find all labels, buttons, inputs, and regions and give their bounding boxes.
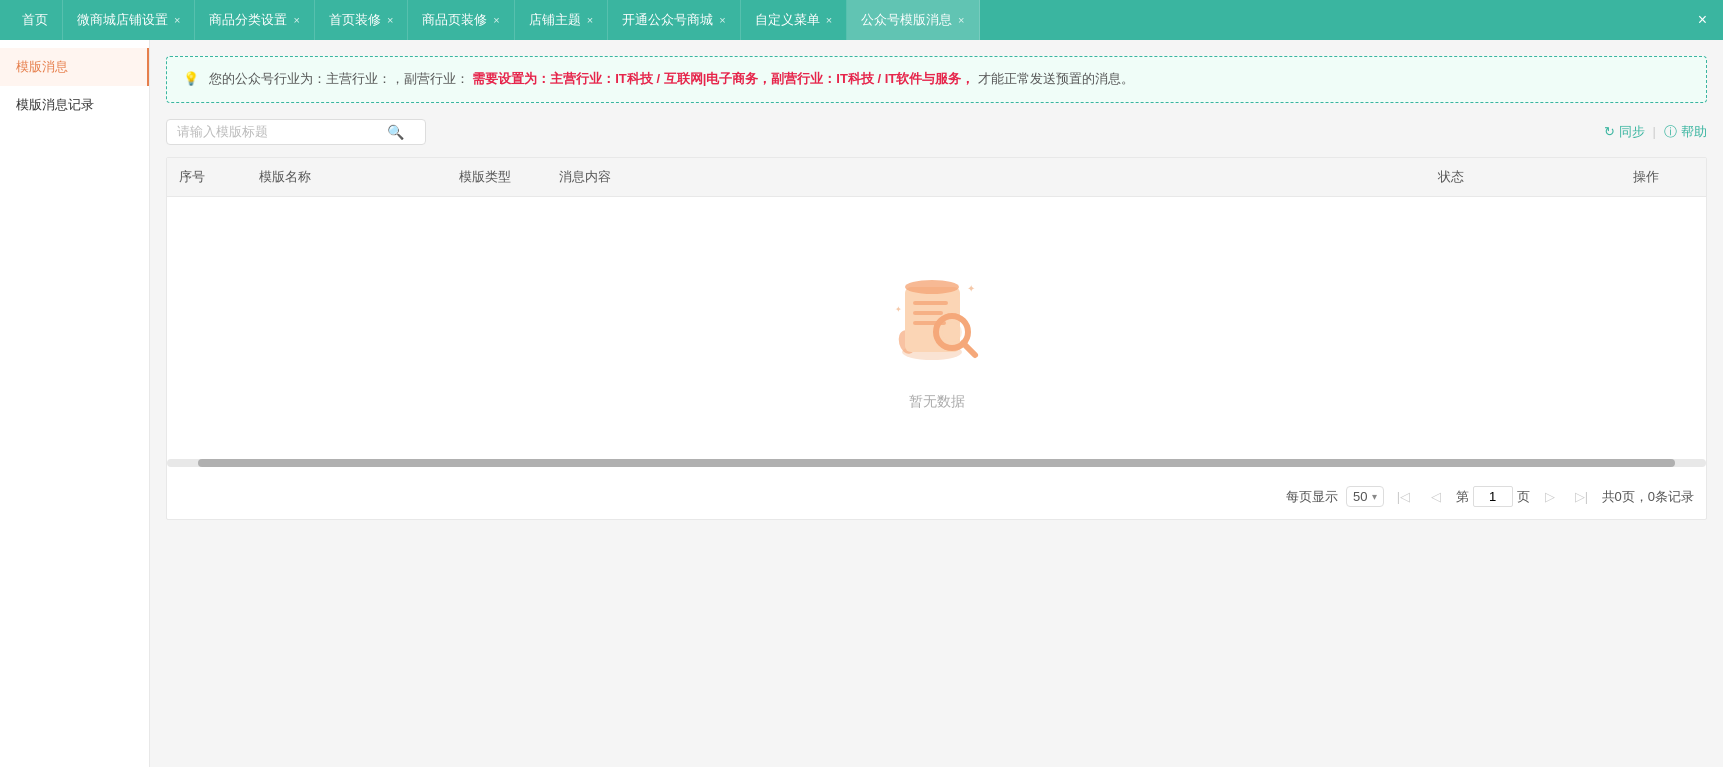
info-suffix: 才能正常发送预置的消息。 [978, 71, 1134, 86]
nav-tab-theme[interactable]: 店铺主题 × [515, 0, 608, 40]
nav-tab-template-label: 公众号模版消息 [861, 11, 952, 29]
svg-rect-4 [913, 311, 943, 315]
sync-label: 同步 [1619, 123, 1645, 141]
page-label: 第 [1456, 488, 1469, 506]
th-action: 操作 [1586, 168, 1706, 186]
th-seq: 序号 [167, 168, 247, 186]
sidebar-item-template-record-label: 模版消息记录 [16, 97, 94, 112]
info-highlight: 需要设置为：主营行业：IT科技 / 互联网|电子商务，副营行业：IT科技 / I… [472, 71, 974, 86]
nav-tab-menu[interactable]: 自定义菜单 × [741, 0, 847, 40]
close-icon[interactable]: × [387, 14, 393, 26]
nav-tab-mall[interactable]: 开通公众号商城 × [608, 0, 740, 40]
svg-rect-3 [913, 301, 948, 305]
page-total: 共0页，0条记录 [1602, 488, 1694, 506]
nav-close-all-button[interactable]: × [1690, 11, 1715, 29]
top-nav: 首页 微商城店铺设置 × 商品分类设置 × 首页装修 × 商品页装修 × 店铺主… [0, 0, 1723, 40]
content-area: 💡 您的公众号行业为：主营行业：，副营行业： 需要设置为：主营行业：IT科技 /… [150, 40, 1723, 767]
per-page-select[interactable]: 50 ▾ [1346, 486, 1383, 507]
sidebar-item-template-record[interactable]: 模版消息记录 [0, 86, 149, 124]
main-layout: 模版消息 模版消息记录 💡 您的公众号行业为：主营行业：，副营行业： 需要设置为… [0, 40, 1723, 767]
close-icon[interactable]: × [719, 14, 725, 26]
nav-tab-product-decor-label: 商品页装修 [422, 11, 487, 29]
prev-page-button[interactable]: ◁ [1424, 485, 1448, 509]
last-page-button[interactable]: ▷| [1570, 485, 1594, 509]
search-bar: 🔍 ↻ 同步 | ⓘ 帮助 [166, 119, 1707, 145]
data-table: 序号 模版名称 模版类型 消息内容 状态 操作 [166, 157, 1707, 520]
page-unit: 页 [1517, 488, 1530, 506]
nav-tab-product-decor[interactable]: 商品页装修 × [408, 0, 514, 40]
scrollbar-thumb [198, 459, 1675, 467]
per-page-value: 50 [1353, 489, 1367, 504]
first-page-button[interactable]: |◁ [1392, 485, 1416, 509]
close-icon[interactable]: × [958, 14, 964, 26]
search-input[interactable] [177, 124, 387, 139]
nav-tab-home-label: 首页 [22, 11, 48, 29]
nav-tab-store-label: 微商城店铺设置 [77, 11, 168, 29]
empty-state: ✦ ✦ 暂无数据 [167, 197, 1706, 451]
toolbar-right: ↻ 同步 | ⓘ 帮助 [1604, 123, 1707, 141]
close-icon[interactable]: × [587, 14, 593, 26]
empty-illustration: ✦ ✦ [877, 257, 997, 377]
th-status: 状态 [1426, 168, 1586, 186]
th-type: 模版类型 [447, 168, 547, 186]
sync-icon: ↻ [1604, 124, 1615, 139]
info-box: 💡 您的公众号行业为：主营行业：，副营行业： 需要设置为：主营行业：IT科技 /… [166, 56, 1707, 103]
svg-text:✦: ✦ [895, 305, 902, 314]
divider: | [1653, 124, 1656, 139]
horizontal-scrollbar[interactable] [167, 459, 1706, 467]
nav-tab-home-decor[interactable]: 首页装修 × [315, 0, 408, 40]
svg-line-9 [963, 343, 975, 355]
nav-tab-category-label: 商品分类设置 [209, 11, 287, 29]
close-icon[interactable]: × [174, 14, 180, 26]
close-icon[interactable]: × [493, 14, 499, 26]
help-label: 帮助 [1681, 123, 1707, 141]
nav-tab-mall-label: 开通公众号商城 [622, 11, 713, 29]
search-input-wrap[interactable]: 🔍 [166, 119, 426, 145]
search-icon[interactable]: 🔍 [387, 124, 404, 140]
info-prefix: 您的公众号行业为：主营行业：，副营行业： [209, 71, 469, 86]
svg-text:✦: ✦ [967, 283, 975, 294]
sidebar-item-template-message[interactable]: 模版消息 [0, 48, 149, 86]
nav-tab-store[interactable]: 微商城店铺设置 × [63, 0, 195, 40]
svg-point-6 [905, 280, 959, 294]
sidebar-item-template-message-label: 模版消息 [16, 59, 68, 74]
help-icon: ⓘ [1664, 123, 1677, 141]
nav-tab-home[interactable]: 首页 [8, 0, 63, 40]
empty-text: 暂无数据 [909, 393, 965, 411]
sync-button[interactable]: ↻ 同步 [1604, 123, 1645, 141]
close-icon[interactable]: × [293, 14, 299, 26]
svg-point-8 [942, 322, 962, 342]
nav-tab-template[interactable]: 公众号模版消息 × [847, 0, 979, 40]
next-page-button[interactable]: ▷ [1538, 485, 1562, 509]
nav-tab-menu-label: 自定义菜单 [755, 11, 820, 29]
chevron-down-icon: ▾ [1372, 491, 1377, 502]
nav-tab-theme-label: 店铺主题 [529, 11, 581, 29]
table-header: 序号 模版名称 模版类型 消息内容 状态 操作 [167, 158, 1706, 197]
sidebar: 模版消息 模版消息记录 [0, 40, 150, 767]
page-number-input[interactable] [1473, 486, 1513, 507]
nav-tab-category[interactable]: 商品分类设置 × [195, 0, 314, 40]
th-name: 模版名称 [247, 168, 447, 186]
th-content: 消息内容 [547, 168, 1426, 186]
close-icon[interactable]: × [826, 14, 832, 26]
nav-tab-home-decor-label: 首页装修 [329, 11, 381, 29]
bulb-icon: 💡 [183, 71, 199, 86]
svg-rect-2 [905, 287, 960, 352]
pagination: 每页显示 50 ▾ |◁ ◁ 第 页 ▷ ▷| 共0页，0条记录 [167, 475, 1706, 519]
per-page-label: 每页显示 [1286, 488, 1338, 506]
help-button[interactable]: ⓘ 帮助 [1664, 123, 1707, 141]
page-input-wrap: 第 页 [1456, 486, 1530, 507]
